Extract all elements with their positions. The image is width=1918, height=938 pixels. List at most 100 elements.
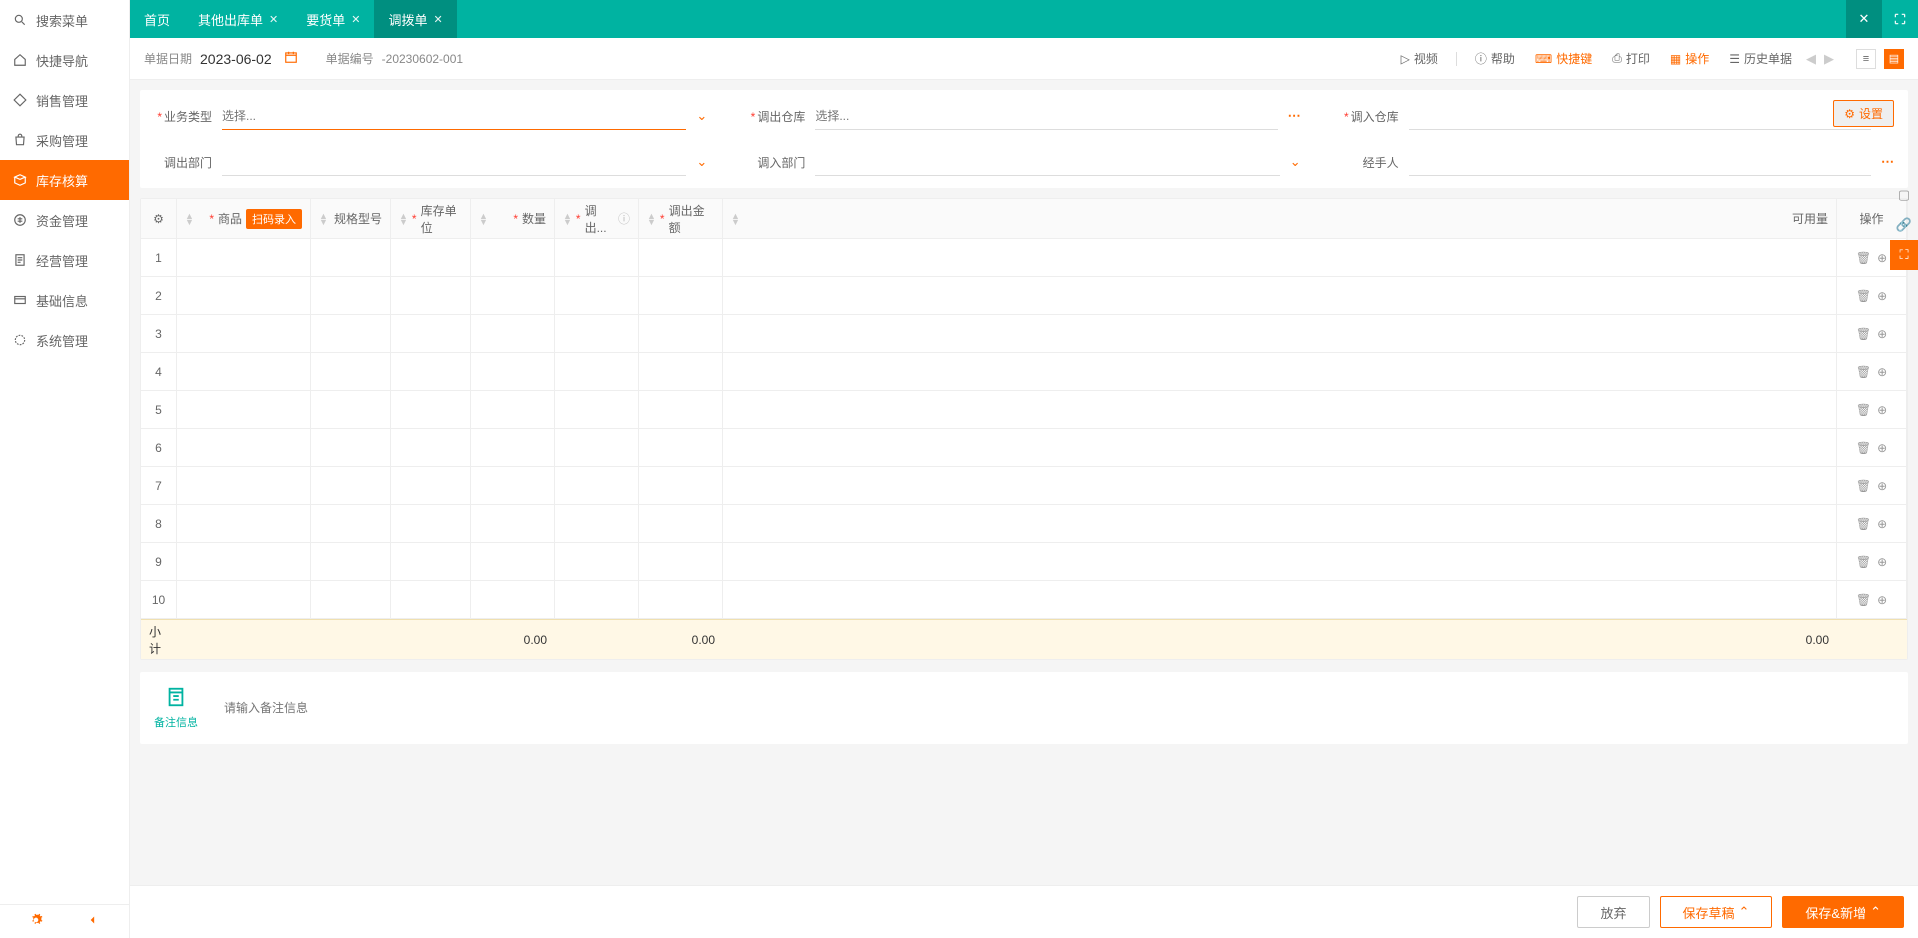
sidebar-item-quicknav[interactable]: 快捷导航 [0,40,129,80]
sort-icon[interactable]: ▲▼ [731,213,740,225]
delete-row-icon[interactable]: 🗑 [1856,327,1871,341]
more-icon[interactable]: ⋯ [1288,108,1301,124]
col-avail[interactable]: ▲▼可用量 [723,199,1837,238]
next-icon[interactable]: ▶ [1824,51,1834,67]
shortcut-button[interactable]: ⌨快捷键 [1529,50,1598,67]
sidebar-item-basic[interactable]: 基础信息 [0,280,129,320]
video-button[interactable]: ▷视频 [1395,50,1444,67]
tool-attach[interactable]: 🔗 [1890,210,1918,240]
save-draft-button[interactable]: 保存草稿⌃ [1660,896,1773,928]
gear-icon[interactable] [29,913,43,930]
close-icon[interactable]: ✕ [434,13,443,26]
delete-row-icon[interactable]: 🗑 [1856,441,1871,455]
collapse-icon[interactable] [86,913,100,930]
field-in-dept[interactable]: 调入部门 ⌄ [747,148,1300,176]
add-row-icon[interactable]: ⊕ [1877,289,1887,303]
print-button[interactable]: ⎙打印 [1606,50,1656,67]
save-new-button[interactable]: 保存&新增⌃ [1782,896,1904,928]
handler-input[interactable] [1409,148,1871,176]
close-icon[interactable]: ✕ [269,13,278,26]
table-row[interactable]: 2🗑⊕ [141,277,1907,315]
col-product[interactable]: ▲▼*商品扫码录入 [177,199,311,238]
sidebar-item-system[interactable]: 系统管理 [0,320,129,360]
sort-icon[interactable]: ▲▼ [479,213,488,225]
col-out[interactable]: ▲▼*调出...ⓘ [555,199,639,238]
discard-button[interactable]: 放弃 [1577,896,1649,928]
operate-button[interactable]: ▦操作 [1664,50,1715,67]
chevron-down-icon[interactable]: ⌄ [1290,154,1301,170]
field-out-warehouse[interactable]: *调出仓库 ⋯ [747,102,1300,130]
view-list-toggle[interactable]: ≡ [1856,49,1876,69]
table-row[interactable]: 3🗑⊕ [141,315,1907,353]
tab-request[interactable]: 要货单✕ [292,0,374,38]
table-row[interactable]: 1🗑⊕ [141,239,1907,277]
delete-row-icon[interactable]: 🗑 [1856,517,1871,531]
sidebar-item-business[interactable]: 经营管理 [0,240,129,280]
col-spec[interactable]: ▲▼规格型号 [311,199,391,238]
out-dept-input[interactable] [222,148,686,176]
sort-icon[interactable]: ▲▼ [563,213,572,225]
prev-icon[interactable]: ◀ [1806,51,1816,67]
table-row[interactable]: 9🗑⊕ [141,543,1907,581]
view-form-toggle[interactable]: ▤ [1884,49,1904,69]
remark-input[interactable] [216,693,1894,723]
table-row[interactable]: 5🗑⊕ [141,391,1907,429]
tab-transfer[interactable]: 调拨单✕ [374,0,456,38]
add-row-icon[interactable]: ⊕ [1877,327,1887,341]
sidebar-search[interactable]: 搜索菜单 [0,0,129,40]
delete-row-icon[interactable]: 🗑 [1856,403,1871,417]
delete-row-icon[interactable]: 🗑 [1856,593,1871,607]
delete-row-icon[interactable]: 🗑 [1856,555,1871,569]
calendar-icon[interactable] [284,50,298,67]
delete-row-icon[interactable]: 🗑 [1856,251,1871,265]
sidebar-item-purchase[interactable]: 采购管理 [0,120,129,160]
table-row[interactable]: 6🗑⊕ [141,429,1907,467]
add-row-icon[interactable]: ⊕ [1877,593,1887,607]
scan-badge[interactable]: 扫码录入 [246,209,302,229]
help-icon[interactable]: ⓘ [618,210,630,227]
col-gear[interactable]: ⚙ [141,199,177,238]
field-biz-type[interactable]: *业务类型 ⌄ [154,102,707,130]
sort-icon[interactable]: ▲▼ [399,213,408,225]
date-value[interactable]: 2023-06-02 [200,51,272,67]
help-button[interactable]: ⓘ帮助 [1469,50,1521,67]
field-in-warehouse[interactable]: *调入仓库 ⋯ [1341,102,1894,130]
chevron-down-icon[interactable]: ⌄ [696,108,707,124]
table-row[interactable]: 10🗑⊕ [141,581,1907,619]
settings-button[interactable]: ⚙设置 [1833,100,1894,127]
more-icon[interactable]: ⋯ [1881,154,1894,170]
col-amount[interactable]: ▲▼*调出金额 [639,199,723,238]
sidebar-item-inventory[interactable]: 库存核算 [0,160,129,200]
delete-row-icon[interactable]: 🗑 [1856,479,1871,493]
chevron-down-icon[interactable]: ⌄ [696,154,707,170]
out-wh-input[interactable] [815,102,1277,130]
sort-icon[interactable]: ▲▼ [185,213,194,225]
tool-expand[interactable]: ⛶ [1890,240,1918,270]
add-row-icon[interactable]: ⊕ [1877,441,1887,455]
field-out-dept[interactable]: 调出部门 ⌄ [154,148,707,176]
in-wh-input[interactable] [1409,102,1871,130]
add-row-icon[interactable]: ⊕ [1877,479,1887,493]
add-row-icon[interactable]: ⊕ [1877,555,1887,569]
col-qty[interactable]: ▲▼*数量 [471,199,555,238]
add-row-icon[interactable]: ⊕ [1877,517,1887,531]
delete-row-icon[interactable]: 🗑 [1856,365,1871,379]
tab-home[interactable]: 首页 [130,0,184,38]
table-row[interactable]: 7🗑⊕ [141,467,1907,505]
table-row[interactable]: 4🗑⊕ [141,353,1907,391]
sidebar-item-finance[interactable]: 资金管理 [0,200,129,240]
history-button[interactable]: ☰历史单据 [1723,50,1798,67]
sort-icon[interactable]: ▲▼ [647,213,656,225]
sort-icon[interactable]: ▲▼ [319,213,328,225]
tab-other-out[interactable]: 其他出库单✕ [184,0,292,38]
fullscreen-icon[interactable] [1882,0,1918,38]
tab-close-all[interactable]: ✕ [1846,0,1882,38]
add-row-icon[interactable]: ⊕ [1877,403,1887,417]
field-handler[interactable]: 经手人 ⋯ [1341,148,1894,176]
close-icon[interactable]: ✕ [351,13,360,26]
tool-note[interactable]: ▢ [1890,180,1918,210]
in-dept-input[interactable] [815,148,1279,176]
biz-type-input[interactable] [222,102,686,130]
col-unit[interactable]: ▲▼*库存单位 [391,199,471,238]
sidebar-item-sales[interactable]: 销售管理 [0,80,129,120]
